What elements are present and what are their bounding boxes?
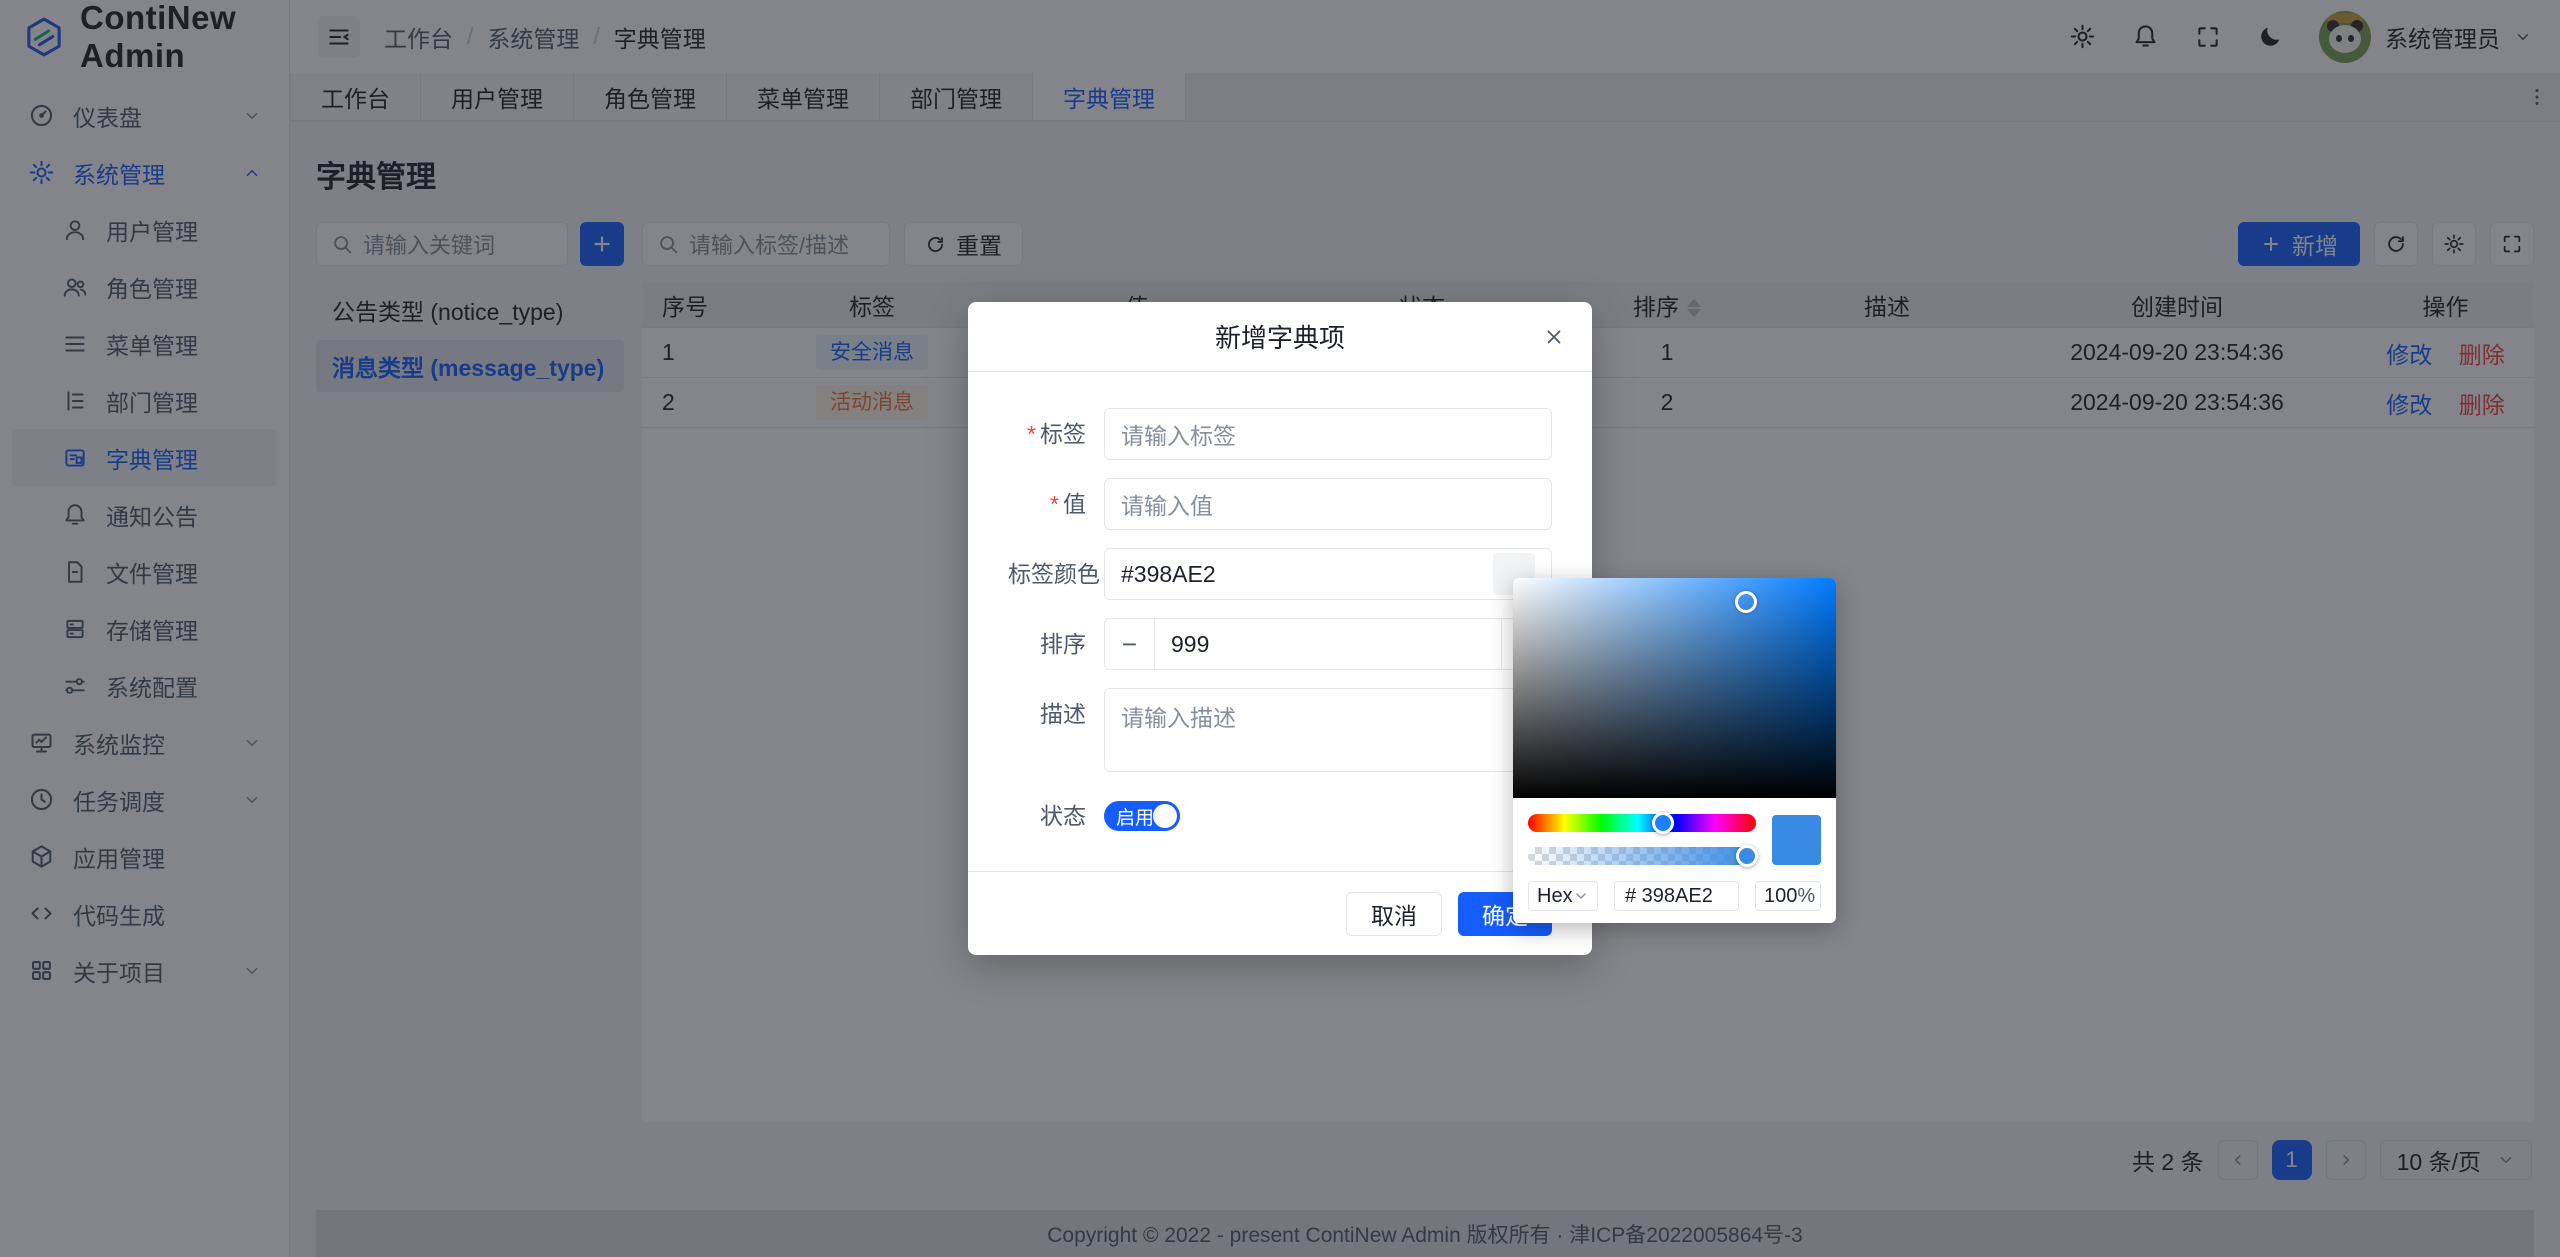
- color-format-select[interactable]: Hex: [1528, 881, 1598, 911]
- hue-slider-handle[interactable]: [1651, 812, 1674, 834]
- add-dict-item-modal: 新增字典项 标签 请输入标签 值 请输入值 标签颜色 #398AE2 排序 −: [968, 302, 1592, 955]
- alpha-value-input[interactable]: 100 %: [1755, 881, 1821, 911]
- color-field-input[interactable]: #398AE2: [1104, 548, 1552, 600]
- status-field-label: 状态: [1040, 803, 1086, 829]
- alpha-slider-handle[interactable]: [1735, 845, 1758, 867]
- modal-body: 标签 请输入标签 值 请输入值 标签颜色 #398AE2 排序 − 999 +: [968, 372, 1592, 871]
- label-field-label: 标签: [1008, 408, 1104, 460]
- color-value-text: #398AE2: [1121, 560, 1216, 587]
- chevron-down-icon: [1573, 888, 1589, 904]
- cancel-button[interactable]: 取消: [1346, 891, 1442, 936]
- hex-value-input[interactable]: # 398AE2: [1614, 881, 1739, 911]
- status-toggle[interactable]: 启用: [1104, 801, 1180, 831]
- label-field-input[interactable]: 请输入标签: [1104, 408, 1552, 460]
- modal-title: 新增字典项: [1214, 323, 1345, 353]
- switch-knob: [1153, 804, 1177, 828]
- status-toggle-label: 启用: [1116, 807, 1155, 829]
- value-field-input[interactable]: 请输入值: [1104, 478, 1552, 530]
- value-field-label: 值: [1008, 478, 1104, 530]
- modal-header: 新增字典项: [968, 302, 1592, 372]
- close-icon[interactable]: [1542, 325, 1566, 349]
- sort-field-label: 排序: [1040, 631, 1086, 657]
- stepper-minus-button[interactable]: −: [1105, 619, 1155, 669]
- alpha-slider[interactable]: [1528, 845, 1758, 867]
- hue-slider[interactable]: [1528, 812, 1756, 834]
- saturation-marker[interactable]: [1734, 591, 1757, 614]
- desc-field-textarea[interactable]: 请输入描述: [1104, 688, 1552, 772]
- color-picker-popover: Hex # 398AE2 100 %: [1513, 578, 1836, 923]
- desc-field-label: 描述: [1040, 701, 1086, 727]
- sort-value[interactable]: 999: [1155, 619, 1501, 669]
- color-field-label: 标签颜色: [1008, 561, 1100, 587]
- alpha-unit: %: [1797, 884, 1816, 907]
- saturation-area[interactable]: [1513, 578, 1836, 798]
- sort-stepper: − 999 +: [1104, 618, 1552, 670]
- modal-footer: 取消 确定: [968, 871, 1592, 955]
- picker-preview-swatch: [1772, 814, 1821, 865]
